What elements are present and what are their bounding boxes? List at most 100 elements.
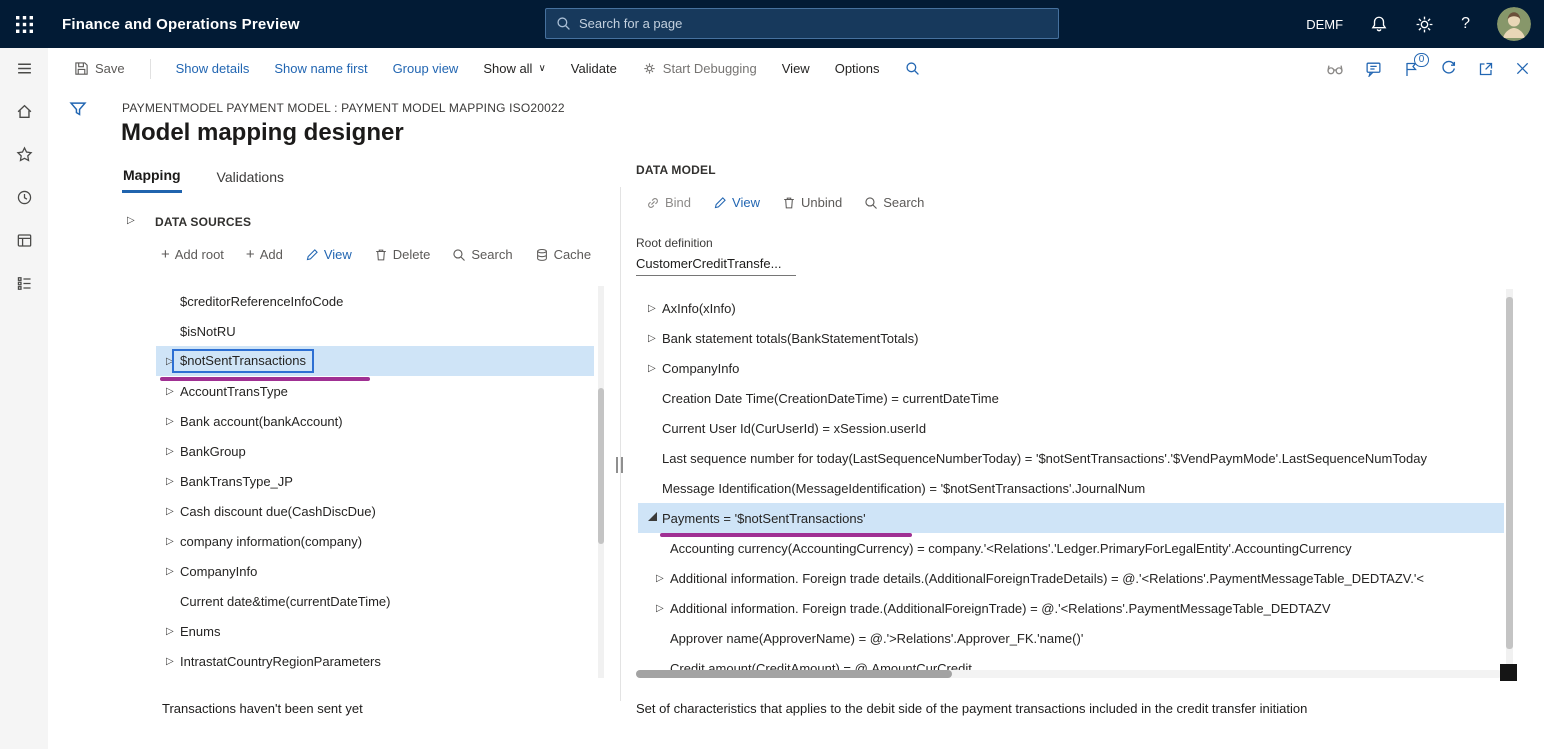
tree-item[interactable]: Message Identification(MessageIdentifica… xyxy=(638,473,1504,503)
show-name-first-button[interactable]: Show name first xyxy=(274,61,367,76)
show-details-button[interactable]: Show details xyxy=(176,61,250,76)
tree-item-selected[interactable]: ▷ $notSentTransactions xyxy=(156,346,594,376)
search-button[interactable]: Search xyxy=(864,195,924,210)
close-icon[interactable] xyxy=(1515,61,1530,76)
glasses-icon[interactable] xyxy=(1326,60,1344,78)
tree-item[interactable]: ▷ Bank statement totals(BankStatementTot… xyxy=(638,323,1504,353)
view-button[interactable]: View xyxy=(713,195,760,210)
tree-item[interactable]: ▷ IntrastatCountryRegionParameters xyxy=(156,646,594,676)
tree-item[interactable]: Accounting currency(AccountingCurrency) … xyxy=(638,533,1504,563)
modules-list-icon[interactable] xyxy=(16,275,33,292)
bind-button[interactable]: Bind xyxy=(646,195,691,210)
tree-item[interactable]: ▷ Additional information. Foreign trade … xyxy=(638,563,1504,593)
panel-splitter[interactable] xyxy=(620,187,621,701)
search-button[interactable]: Search xyxy=(452,247,512,262)
validate-button[interactable]: Validate xyxy=(571,61,617,76)
root-definition-lookup[interactable]: CustomerCreditTransfe... xyxy=(636,256,796,276)
tree-item[interactable]: ▷ Enums xyxy=(156,616,594,646)
panel-expander-icon[interactable]: ▷ xyxy=(127,215,135,226)
home-icon[interactable] xyxy=(16,103,33,120)
tab-mapping[interactable]: Mapping xyxy=(122,167,182,193)
tree-item[interactable]: ▷ CompanyInfo xyxy=(638,353,1504,383)
recent-clock-icon[interactable] xyxy=(16,189,33,206)
view-menu-button[interactable]: View xyxy=(782,61,810,76)
user-avatar[interactable] xyxy=(1497,7,1531,41)
expander-icon[interactable]: ▷ xyxy=(156,626,180,637)
tree-item[interactable]: Approver name(ApproverName) = @.'>Relati… xyxy=(638,623,1504,653)
expander-icon[interactable]: ▷ xyxy=(638,303,662,314)
corner-handle[interactable] xyxy=(1500,664,1517,681)
feedback-icon[interactable] xyxy=(1365,60,1382,77)
expander-icon[interactable]: ▷ xyxy=(156,416,180,427)
tree-item[interactable]: ▷ Bank account(bankAccount) xyxy=(156,406,594,436)
expander-icon[interactable]: ▷ xyxy=(156,536,180,547)
data-sources-scrollbar[interactable] xyxy=(598,286,604,678)
delete-button[interactable]: Delete xyxy=(374,247,431,262)
tree-item[interactable]: ▷ BankTransType_JP xyxy=(156,466,594,496)
tree-item[interactable]: ▷ AxInfo(xInfo) xyxy=(638,293,1504,323)
show-all-dropdown[interactable]: Show all ∨ xyxy=(483,61,545,76)
expander-icon[interactable]: ▷ xyxy=(646,603,670,614)
expander-expanded-icon[interactable] xyxy=(648,512,657,521)
expander-icon[interactable]: ▷ xyxy=(156,656,180,667)
expander-icon[interactable]: ▷ xyxy=(156,506,180,517)
tree-item[interactable]: Current User Id(CurUserId) = xSession.us… xyxy=(638,413,1504,443)
splitter-handle-icon[interactable] xyxy=(616,457,623,473)
tree-item[interactable]: ▷ CompanyInfo xyxy=(156,556,594,586)
cache-button[interactable]: Cache xyxy=(535,247,592,262)
start-debugging-button[interactable]: Start Debugging xyxy=(642,61,757,76)
data-model-hscrollbar[interactable] xyxy=(636,670,1502,678)
scrollbar-thumb[interactable] xyxy=(598,388,604,544)
data-model-scrollbar[interactable] xyxy=(1506,289,1513,681)
action-search-icon[interactable] xyxy=(905,61,920,76)
hamburger-menu-icon[interactable] xyxy=(16,60,33,77)
notifications-bell-icon[interactable] xyxy=(1370,15,1388,33)
expander-icon[interactable]: ▷ xyxy=(638,363,662,374)
tree-item[interactable]: ▷ BankGroup xyxy=(156,436,594,466)
page-content: PAYMENTMODEL PAYMENT MODEL : PAYMENT MOD… xyxy=(48,89,1544,749)
data-model-toolbar: Bind View Unbind Search xyxy=(646,195,924,210)
settings-gear-icon[interactable] xyxy=(1415,15,1434,34)
tab-validations[interactable]: Validations xyxy=(216,167,285,193)
tree-item[interactable]: Credit amount(CreditAmount) = @.AmountCu… xyxy=(638,653,1504,683)
tree-item[interactable]: ▷ Additional information. Foreign trade.… xyxy=(638,593,1504,623)
options-menu-button[interactable]: Options xyxy=(835,61,880,76)
tree-item-selected[interactable]: Payments = '$notSentTransactions' xyxy=(638,503,1504,533)
help-icon[interactable]: ? xyxy=(1461,15,1470,33)
expander-icon[interactable]: ▷ xyxy=(156,386,180,397)
view-button[interactable]: View xyxy=(305,247,352,262)
tree-item[interactable]: ▷ company information(company) xyxy=(156,526,594,556)
tree-item[interactable]: Creation Date Time(CreationDateTime) = c… xyxy=(638,383,1504,413)
left-navigation-rail xyxy=(0,89,48,749)
expander-icon[interactable]: ▷ xyxy=(638,333,662,344)
unbind-button[interactable]: Unbind xyxy=(782,195,842,210)
data-sources-toolbar: + Add root + Add View Delete xyxy=(161,247,591,262)
app-title[interactable]: Finance and Operations Preview xyxy=(62,16,300,33)
environment-badge[interactable]: DEMF xyxy=(1306,17,1343,32)
expander-icon[interactable]: ▷ xyxy=(156,476,180,487)
refresh-icon[interactable] xyxy=(1440,60,1457,77)
scrollbar-thumb[interactable] xyxy=(1506,297,1513,649)
tree-item[interactable]: $isNotRU xyxy=(156,316,594,346)
save-button[interactable]: Save xyxy=(74,61,125,76)
search-icon xyxy=(864,196,878,210)
tree-item[interactable]: Last sequence number for today(LastSeque… xyxy=(638,443,1504,473)
add-button[interactable]: + Add xyxy=(246,247,283,262)
tree-item[interactable]: $creditorReferenceInfoCode xyxy=(156,286,594,316)
tree-item[interactable]: Current date&time(currentDateTime) xyxy=(156,586,594,616)
open-in-new-window-icon[interactable] xyxy=(1478,61,1494,77)
expander-icon[interactable]: ▷ xyxy=(156,566,180,577)
filter-icon[interactable] xyxy=(69,100,87,118)
tree-item[interactable]: ▷ Cash discount due(CashDiscDue) xyxy=(156,496,594,526)
add-root-button[interactable]: + Add root xyxy=(161,247,224,262)
waffle-menu-icon[interactable] xyxy=(0,0,48,48)
page-search-input[interactable] xyxy=(579,16,1048,31)
trash-icon xyxy=(782,196,796,210)
workspaces-icon[interactable] xyxy=(16,232,33,249)
expander-icon[interactable]: ▷ xyxy=(156,446,180,457)
page-search-box[interactable] xyxy=(545,8,1059,39)
scrollbar-thumb[interactable] xyxy=(636,670,952,678)
favorites-star-icon[interactable] xyxy=(16,146,33,163)
group-view-button[interactable]: Group view xyxy=(393,61,459,76)
expander-icon[interactable]: ▷ xyxy=(646,573,670,584)
